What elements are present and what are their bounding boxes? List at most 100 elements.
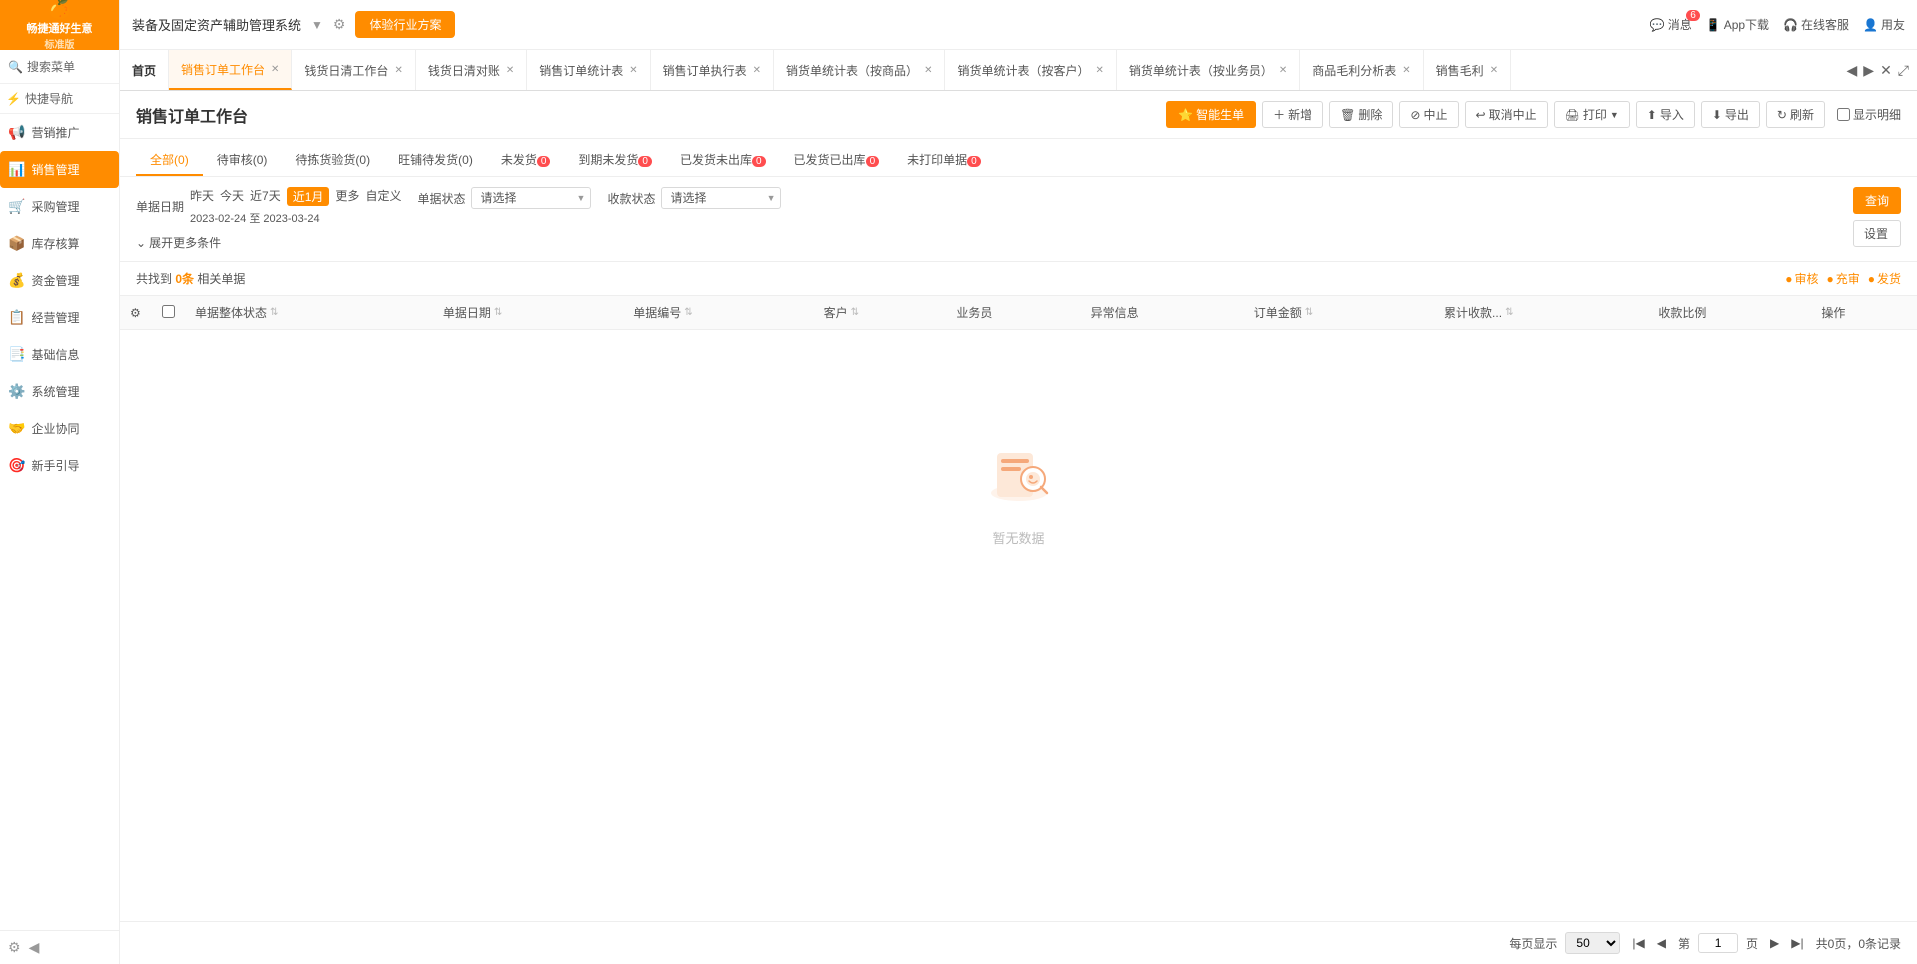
tab-close-gross-profit[interactable]: ✕ xyxy=(1402,65,1410,76)
app-download-btn[interactable]: 📱 App下载 xyxy=(1706,16,1769,33)
tab-sales-workbench[interactable]: 销售订单工作台 ✕ xyxy=(169,50,292,90)
per-page-select[interactable]: 50 10 20 100 xyxy=(1565,932,1620,954)
audit-btn[interactable]: ● 审核 xyxy=(1785,270,1818,287)
sidebar-nav-btn[interactable]: ⚡ 快捷导航 xyxy=(0,84,119,114)
tab-close-sales-summary-prod[interactable]: ✕ xyxy=(924,65,932,76)
date-today[interactable]: 今天 xyxy=(220,187,244,206)
table-scroll[interactable]: ⚙ 单据整体状态⇅ 单据日期⇅ 单据编号⇅ xyxy=(120,296,1917,921)
date-more[interactable]: 更多 xyxy=(335,187,359,206)
sort-date-icon[interactable]: ⇅ xyxy=(494,307,502,318)
sort-collected-icon[interactable]: ⇅ xyxy=(1505,307,1513,318)
expand-filter-btn[interactable]: ⌄ 展开更多条件 xyxy=(136,234,1837,251)
sidebar-item-purchase[interactable]: 🛒 采购管理 xyxy=(0,188,119,225)
show-detail-input[interactable] xyxy=(1837,108,1850,121)
tab-close-sales-summary-staff[interactable]: ✕ xyxy=(1279,65,1287,76)
th-checkbox[interactable] xyxy=(152,296,185,330)
sort-amount-icon[interactable]: ⇅ xyxy=(1305,307,1313,318)
sub-tab-not-shipped[interactable]: 未发货0 xyxy=(487,145,565,176)
tab-close-cash-daily[interactable]: ✕ xyxy=(394,65,402,76)
tab-close-sales-summary-cust[interactable]: ✕ xyxy=(1095,65,1103,76)
sub-tab-shipped-not-out[interactable]: 已发货未出库0 xyxy=(666,145,780,176)
sidebar-item-marketing[interactable]: 📢 营销推广 xyxy=(0,114,119,151)
collapse-icon[interactable]: ◀ xyxy=(29,939,40,956)
tab-prev-icon[interactable]: ◀ xyxy=(1845,60,1860,81)
ship-btn[interactable]: ● 发货 xyxy=(1868,270,1901,287)
page-input[interactable] xyxy=(1698,933,1738,953)
delete-button[interactable]: 🗑 删除 xyxy=(1329,101,1393,128)
sub-tab-pending-audit[interactable]: 待审核(0) xyxy=(203,145,282,176)
date-7days[interactable]: 近7天 xyxy=(250,187,281,206)
tab-close-sales-workbench[interactable]: ✕ xyxy=(271,64,279,75)
sidebar-item-guide[interactable]: 🎯 新手引导 xyxy=(0,447,119,484)
sub-tab-all[interactable]: 全部(0) xyxy=(136,145,203,176)
tab-sales-exec[interactable]: 销售订单执行表 ✕ xyxy=(651,50,774,90)
online-service-btn[interactable]: 🎧 在线客服 xyxy=(1783,16,1849,33)
sidebar-item-inventory[interactable]: 📦 库存核算 xyxy=(0,225,119,262)
tab-close-sales-exec[interactable]: ✕ xyxy=(753,65,761,76)
sub-tab-overdue[interactable]: 到期未发货0 xyxy=(564,145,666,176)
query-button[interactable]: 查询 xyxy=(1853,187,1901,214)
sub-tab-wangpu[interactable]: 旺铺待发货(0) xyxy=(384,145,487,176)
select-all-checkbox[interactable] xyxy=(162,305,175,318)
th-settings[interactable]: ⚙ xyxy=(120,296,152,330)
filter-setting-button[interactable]: 设置 xyxy=(1853,220,1901,247)
status-select-wrap: 请选择 xyxy=(471,187,591,209)
basic-icon: 📑 xyxy=(8,346,25,363)
date-yesterday[interactable]: 昨天 xyxy=(190,187,214,206)
stop-button[interactable]: ⊘ 中止 xyxy=(1399,101,1458,128)
print-icon: 🖨 xyxy=(1565,108,1580,122)
date-custom[interactable]: 自定义 xyxy=(365,187,401,206)
tab-sales-stat[interactable]: 销售订单统计表 ✕ xyxy=(527,50,650,90)
show-detail-checkbox[interactable]: 显示明细 xyxy=(1837,106,1901,123)
settings-icon[interactable]: ⚙ xyxy=(333,16,346,33)
tab-cash-reconcile[interactable]: 钱货日清对账 ✕ xyxy=(416,50,527,90)
sidebar-item-enterprise[interactable]: 🤝 企业协同 xyxy=(0,410,119,447)
tab-close-sales-stat[interactable]: ✕ xyxy=(629,65,637,76)
new-button[interactable]: ＋ 新增 xyxy=(1262,101,1323,128)
tab-sales-summary-prod[interactable]: 销货单统计表（按商品） ✕ xyxy=(774,50,945,90)
sort-status-icon[interactable]: ⇅ xyxy=(270,307,278,318)
sidebar-item-basic[interactable]: 📑 基础信息 xyxy=(0,336,119,373)
tab-next-icon[interactable]: ▶ xyxy=(1861,60,1876,81)
sidebar-item-system[interactable]: ⚙️ 系统管理 xyxy=(0,373,119,410)
sidebar-item-sales[interactable]: 📊 销售管理 xyxy=(0,151,119,188)
date-1month[interactable]: 近1月 xyxy=(287,187,330,206)
tab-gross-profit[interactable]: 商品毛利分析表 ✕ xyxy=(1300,50,1423,90)
dropdown-icon[interactable]: ▼ xyxy=(311,18,323,32)
tab-close-all-icon[interactable]: ✕ xyxy=(1878,60,1894,81)
sidebar-item-operations[interactable]: 📋 经营管理 xyxy=(0,299,119,336)
sub-tab-shipped-out[interactable]: 已发货已出库0 xyxy=(780,145,894,176)
settings-icon[interactable]: ⚙ xyxy=(8,939,21,956)
status-select[interactable]: 请选择 xyxy=(471,187,591,209)
tab-cash-daily[interactable]: 钱货日清工作台 ✕ xyxy=(292,50,415,90)
user-btn[interactable]: 👤 用友 xyxy=(1863,16,1905,33)
sidebar-item-finance[interactable]: 💰 资金管理 xyxy=(0,262,119,299)
tab-sales-profit[interactable]: 销售毛利 ✕ xyxy=(1424,50,1511,90)
tab-home[interactable]: 首页 xyxy=(120,50,169,90)
sub-tab-not-printed[interactable]: 未打印单据0 xyxy=(893,145,995,176)
next-page-icon[interactable]: ▶ xyxy=(1766,934,1783,952)
revoke-btn[interactable]: ● 充审 xyxy=(1826,270,1859,287)
tab-sales-summary-staff[interactable]: 销货单统计表（按业务员） ✕ xyxy=(1117,50,1300,90)
tab-sales-summary-cust[interactable]: 销货单统计表（按客户） ✕ xyxy=(945,50,1116,90)
sub-tab-pending-inspect[interactable]: 待拣货验货(0) xyxy=(281,145,384,176)
sort-customer-icon[interactable]: ⇅ xyxy=(851,307,859,318)
print-button[interactable]: 🖨 打印 ▼ xyxy=(1554,101,1630,128)
first-page-icon[interactable]: |◀ xyxy=(1628,934,1648,952)
solution-button[interactable]: 体验行业方案 xyxy=(355,11,455,38)
cancel-stop-button[interactable]: ↩ 取消中止 xyxy=(1465,101,1548,128)
tab-close-sales-profit[interactable]: ✕ xyxy=(1490,65,1498,76)
print-dropdown-icon[interactable]: ▼ xyxy=(1610,110,1619,120)
last-page-icon[interactable]: ▶| xyxy=(1787,934,1807,952)
payment-select[interactable]: 请选择 xyxy=(661,187,781,209)
sort-number-icon[interactable]: ⇅ xyxy=(684,307,692,318)
tab-expand-icon[interactable]: ⤢ xyxy=(1896,60,1911,81)
smart-gen-button[interactable]: ⭐ 智能生单 xyxy=(1166,101,1256,128)
refresh-button[interactable]: ↻ 刷新 xyxy=(1766,101,1825,128)
sidebar-search-btn[interactable]: 🔍 搜索菜单 xyxy=(0,50,119,84)
message-btn[interactable]: 💬 6 消息 xyxy=(1650,16,1692,33)
export-button[interactable]: ⬇ 导出 xyxy=(1701,101,1760,128)
prev-page-icon[interactable]: ◀ xyxy=(1653,934,1670,952)
import-button[interactable]: ⬆ 导入 xyxy=(1636,101,1695,128)
tab-close-cash-reconcile[interactable]: ✕ xyxy=(506,65,514,76)
